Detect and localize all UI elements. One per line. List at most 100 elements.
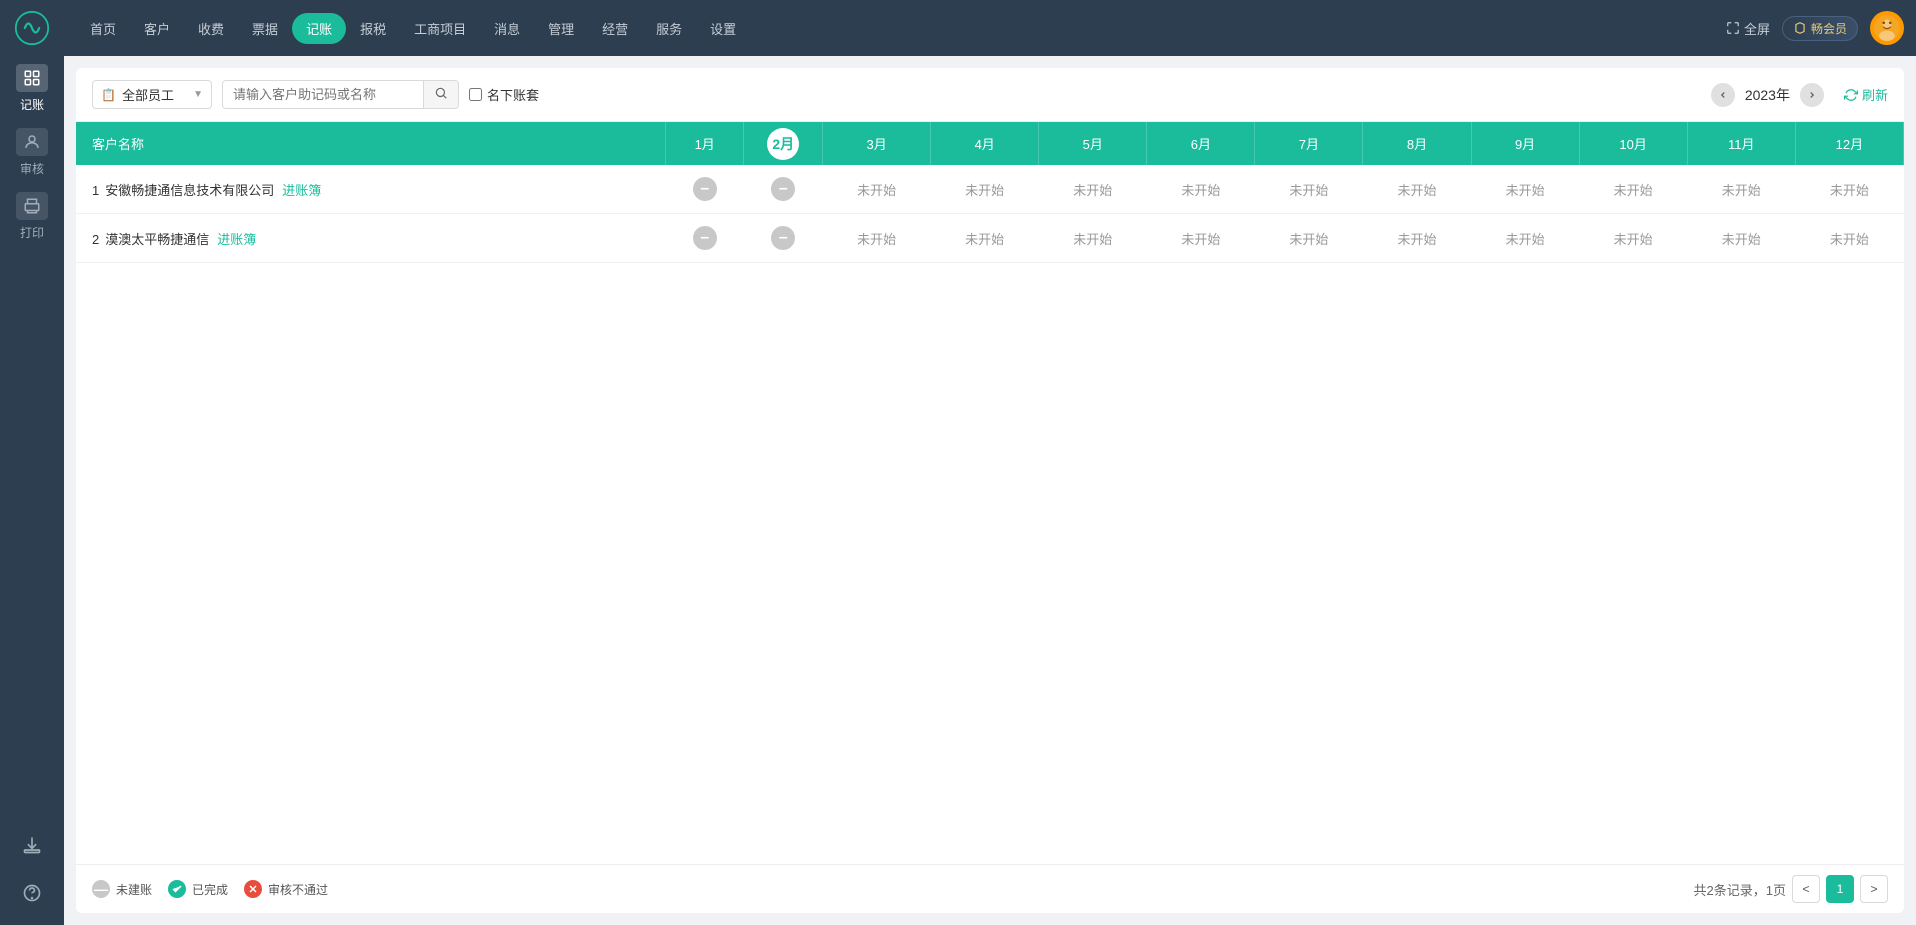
col-feb: 2月: [744, 122, 823, 165]
client-name: 漠澳太平畅捷通信: [105, 232, 209, 247]
status-not-started: 未开始: [1830, 183, 1869, 198]
month-cell: 未开始: [1039, 214, 1147, 263]
month-cell: 未开始: [1255, 214, 1363, 263]
status-dash-icon: –: [693, 226, 717, 250]
app-logo: [0, 0, 64, 56]
pagination: 共2条记录，1页 < 1 >: [1694, 875, 1888, 903]
month-cell: 未开始: [931, 214, 1039, 263]
sidebar-item-audit[interactable]: 审核: [0, 120, 64, 184]
prev-year-button[interactable]: [1711, 83, 1735, 107]
col-jun: 6月: [1147, 122, 1255, 165]
year-display: 2023年: [1745, 85, 1790, 105]
col-oct: 10月: [1579, 122, 1687, 165]
status-not-started: 未开始: [1073, 232, 1112, 247]
main-area: 首页 客户 收费 票据 记账 报税 工商项目 消息 管理 经营 服务 设置 全屏…: [64, 0, 1916, 925]
nav-manage[interactable]: 管理: [534, 13, 588, 44]
prev-page-button[interactable]: <: [1792, 875, 1820, 903]
current-page-button[interactable]: 1: [1826, 875, 1854, 903]
status-not-started: 未开始: [1506, 232, 1545, 247]
completed-label: 已完成: [192, 881, 228, 898]
status-not-started: 未开始: [1397, 183, 1436, 198]
my-accounts-checkbox[interactable]: 名下账套: [469, 85, 539, 104]
enter-link[interactable]: 进账簿: [217, 232, 256, 247]
status-not-started: 未开始: [1614, 183, 1653, 198]
refresh-button[interactable]: 刷新: [1844, 85, 1888, 104]
client-name: 安徽畅捷通信息技术有限公司: [105, 183, 274, 198]
sidebar-item-label: 审核: [20, 160, 44, 177]
nav-client[interactable]: 客户: [130, 13, 184, 44]
status-not-started: 未开始: [965, 183, 1004, 198]
accounts-table: 客户名称 1月 2月 3月 4月 5月 6月 7月 8月 9月: [76, 122, 1904, 263]
content-inner: 📋 全部员工 ▼ 名下账套: [76, 68, 1904, 913]
status-not-started: 未开始: [1073, 183, 1112, 198]
enter-link[interactable]: 进账簿: [282, 183, 321, 198]
search-button[interactable]: [423, 81, 458, 108]
print-icon: [16, 192, 48, 220]
status-not-started: 未开始: [1506, 183, 1545, 198]
col-apr: 4月: [931, 122, 1039, 165]
month-cell: 未开始: [1795, 165, 1903, 214]
refresh-label: 刷新: [1862, 85, 1888, 104]
top-navigation: 首页 客户 收费 票据 记账 报税 工商项目 消息 管理 经营 服务 设置 全屏…: [64, 0, 1916, 56]
month-cell: 未开始: [1471, 214, 1579, 263]
month-cell: 未开始: [1687, 214, 1795, 263]
status-not-started: 未开始: [1397, 232, 1436, 247]
employee-icon: 📋: [101, 88, 116, 102]
not-built-icon: —: [92, 880, 110, 898]
status-not-started: 未开始: [1614, 232, 1653, 247]
toolbar: 📋 全部员工 ▼ 名下账套: [76, 68, 1904, 122]
table-wrap: 客户名称 1月 2月 3月 4月 5月 6月 7月 8月 9月: [76, 122, 1904, 864]
col-jan: 1月: [665, 122, 744, 165]
nav-invoice[interactable]: 票据: [238, 13, 292, 44]
month-cell: 未开始: [1147, 165, 1255, 214]
client-cell: 1 安徽畅捷通信息技术有限公司进账簿: [76, 165, 665, 214]
month-cell: 未开始: [1255, 165, 1363, 214]
support-btn[interactable]: [12, 873, 52, 913]
sidebar-item-bookkeeping[interactable]: 记账: [0, 56, 64, 120]
month-cell: 未开始: [1471, 165, 1579, 214]
nav-message[interactable]: 消息: [480, 13, 534, 44]
month-cell: 未开始: [1363, 165, 1471, 214]
status-dash-icon: –: [771, 177, 795, 201]
download-btn[interactable]: [12, 825, 52, 865]
month-cell: –: [665, 165, 744, 214]
current-month-circle: 2月: [767, 128, 799, 160]
fullscreen-btn[interactable]: 全屏: [1726, 19, 1770, 38]
status-not-started: 未开始: [857, 232, 896, 247]
audit-icon: [16, 128, 48, 156]
col-mar: 3月: [823, 122, 931, 165]
nav-operation[interactable]: 经营: [588, 13, 642, 44]
nav-settings[interactable]: 设置: [696, 13, 750, 44]
nav-tax[interactable]: 报税: [346, 13, 400, 44]
next-page-button[interactable]: >: [1860, 875, 1888, 903]
col-may: 5月: [1039, 122, 1147, 165]
client-num: 1: [92, 183, 99, 198]
status-not-started: 未开始: [1289, 183, 1328, 198]
client-cell: 2漠澳太平畅捷通信进账簿: [76, 214, 665, 263]
nav-home[interactable]: 首页: [76, 13, 130, 44]
col-jul: 7月: [1255, 122, 1363, 165]
month-cell: 未开始: [1687, 165, 1795, 214]
status-dash-icon: –: [693, 177, 717, 201]
month-cell: 未开始: [1039, 165, 1147, 214]
legend-completed: 已完成: [168, 880, 228, 898]
month-cell: 未开始: [1579, 214, 1687, 263]
month-cell: 未开始: [823, 214, 931, 263]
nav-business[interactable]: 工商项目: [400, 13, 480, 44]
nav-service[interactable]: 服务: [642, 13, 696, 44]
nav-billing[interactable]: 收费: [184, 13, 238, 44]
vip-button[interactable]: 畅会员: [1782, 16, 1858, 41]
col-sep: 9月: [1471, 122, 1579, 165]
col-aug: 8月: [1363, 122, 1471, 165]
status-not-started: 未开始: [965, 232, 1004, 247]
user-avatar[interactable]: [1870, 11, 1904, 45]
search-input[interactable]: [223, 82, 423, 107]
employee-select[interactable]: 📋 全部员工 ▼: [92, 80, 212, 109]
next-year-button[interactable]: [1800, 83, 1824, 107]
month-cell: 未开始: [931, 165, 1039, 214]
sidebar-item-print[interactable]: 打印: [0, 184, 64, 248]
sidebar-bottom: [12, 825, 52, 913]
month-cell: 未开始: [1795, 214, 1903, 263]
my-accounts-checkbox-input[interactable]: [469, 88, 482, 101]
nav-accounting[interactable]: 记账: [292, 13, 346, 44]
